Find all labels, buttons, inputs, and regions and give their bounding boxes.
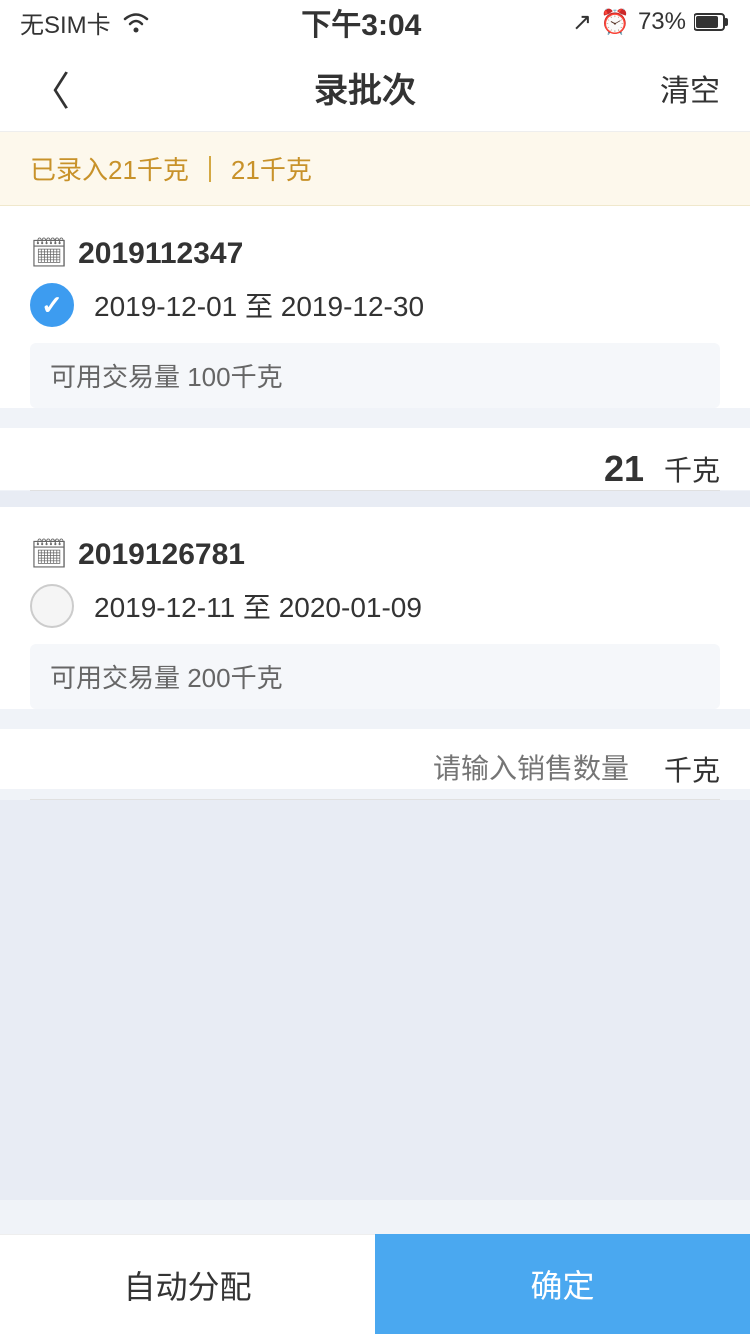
batch-2-input-row: 千克 — [0, 729, 750, 789]
batch-1-available: 可用交易量 100千克 — [50, 362, 283, 392]
info-banner: 已录入21千克 21千克 — [0, 132, 750, 206]
location-icon: ↗ — [572, 8, 592, 37]
section-separator — [0, 491, 750, 507]
status-left: 无SIM卡 — [20, 5, 151, 40]
wifi-icon — [121, 11, 151, 33]
nav-bar: 〈 录批次 清空 — [0, 44, 750, 132]
batch-1-header: 🗓 2019112347 — [30, 236, 720, 271]
batch-1-amount-row: 21 千克 — [0, 428, 750, 490]
batch-1-icon: 🗓 — [30, 236, 68, 271]
batch-card-2: 🗓 2019126781 2019-12-11 至 2020-01-09 可用交… — [0, 507, 750, 709]
batch-2-header: 🗓 2019126781 — [30, 537, 720, 572]
batch-2-radio[interactable] — [30, 584, 74, 628]
batch-1-date: 2019-12-01 至 2019-12-30 — [94, 285, 424, 325]
info-label: 已录入21千克 — [30, 150, 189, 187]
batch-1-radio[interactable] — [30, 283, 74, 327]
back-button[interactable]: 〈 — [30, 59, 70, 117]
status-bar: 无SIM卡 下午3:04 ↗ ⏰ 73% — [0, 0, 750, 44]
battery-icon — [694, 12, 730, 32]
info-divider — [209, 156, 211, 182]
batch-1-id: 2019112347 — [78, 237, 243, 271]
alarm-icon: ⏰ — [600, 8, 630, 37]
info-value: 21千克 — [231, 150, 312, 187]
page-title: 录批次 — [314, 63, 416, 112]
batch-2-available: 可用交易量 200千克 — [50, 663, 283, 693]
batch-2-unit: 千克 — [664, 749, 720, 789]
batch-2-date-row: 2019-12-11 至 2020-01-09 — [30, 584, 720, 628]
battery-text: 73% — [638, 8, 686, 36]
auto-distribute-button[interactable]: 自动分配 — [0, 1234, 375, 1334]
status-right: ↗ ⏰ 73% — [572, 8, 730, 37]
batch-2-id: 2019126781 — [78, 538, 245, 572]
batch-2-icon: 🗓 — [30, 537, 68, 572]
batch-1-available-box: 可用交易量 100千克 — [30, 343, 720, 408]
batch-2-available-box: 可用交易量 200千克 — [30, 644, 720, 709]
confirm-button[interactable]: 确定 — [375, 1234, 750, 1334]
carrier-text: 无SIM卡 — [20, 5, 111, 40]
clear-button[interactable]: 清空 — [660, 66, 720, 110]
empty-area — [0, 800, 750, 1200]
status-time: 下午3:04 — [301, 0, 421, 44]
batch-1-amount-unit: 千克 — [664, 449, 720, 489]
batch-1-date-row: 2019-12-01 至 2019-12-30 — [30, 283, 720, 327]
batch-1-amount-value: 21 — [604, 448, 644, 490]
batch-card-1: 🗓 2019112347 2019-12-01 至 2019-12-30 可用交… — [0, 206, 750, 408]
bottom-bar: 自动分配 确定 — [0, 1234, 750, 1334]
quantity-input[interactable] — [30, 753, 644, 785]
batch-2-date: 2019-12-11 至 2020-01-09 — [94, 586, 422, 626]
